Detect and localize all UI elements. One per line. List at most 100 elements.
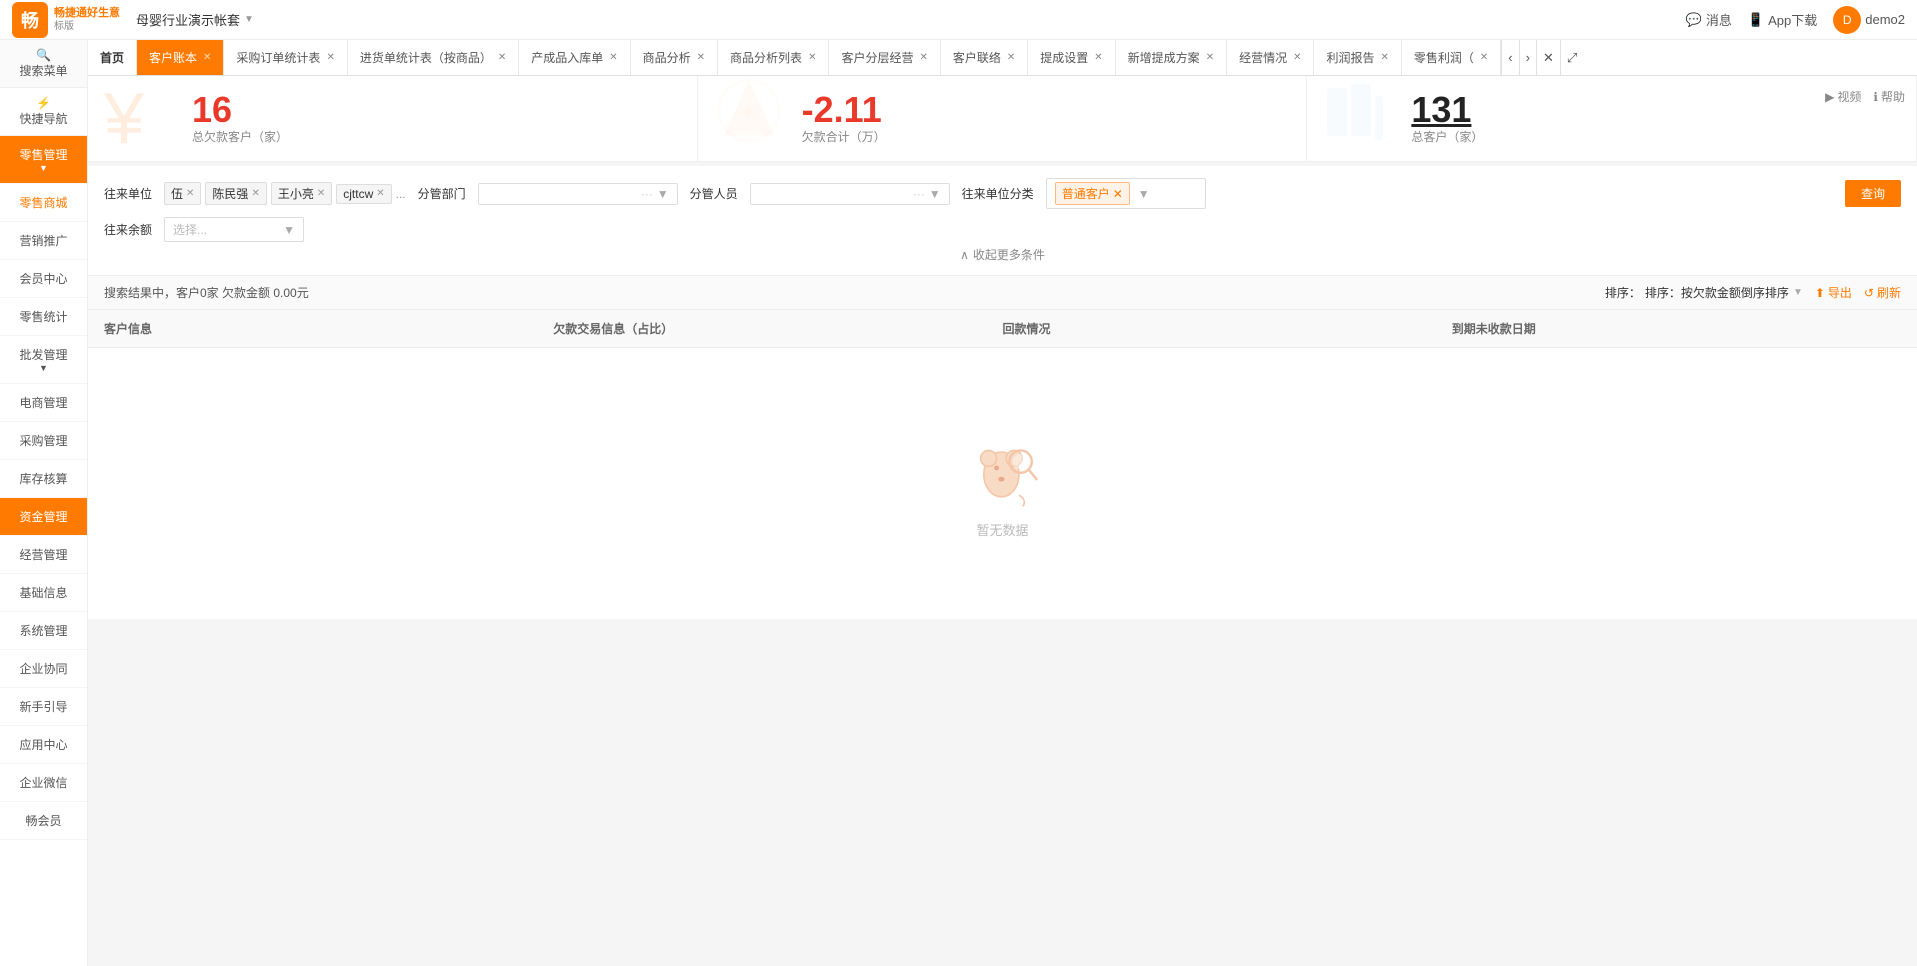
search-icon: 🔍	[8, 48, 79, 62]
close-tab-icon[interactable]: ✕	[1293, 52, 1301, 63]
remove-tag-wu[interactable]: ✕	[186, 188, 194, 199]
export-button[interactable]: ⬆ 导出	[1815, 284, 1852, 301]
filter-tag-wu[interactable]: 伍 ✕	[164, 182, 201, 205]
balance-filter-select[interactable]: 选择... ▼	[164, 217, 304, 242]
table-container: 客户信息 欠款交易信息（占比） 回款情况 到期未收款日期	[88, 310, 1917, 619]
refresh-button[interactable]: ↺ 刷新	[1864, 284, 1901, 301]
stat-number-customers: 16	[192, 92, 673, 128]
tab-home[interactable]: 首页	[88, 40, 137, 76]
empty-icon	[963, 428, 1043, 508]
tab-new-improve-plan[interactable]: 新增提成方案 ✕	[1116, 40, 1227, 76]
sort-label: 排序：	[1605, 284, 1641, 301]
filter-more-button[interactable]: ...	[396, 187, 406, 201]
sidebar-item-finance-mgmt[interactable]: 资金管理	[0, 498, 87, 536]
video-icon: ▶	[1825, 90, 1834, 104]
tab-customer-segment[interactable]: 客户分层经营 ✕	[829, 40, 940, 76]
tab-accounts-receivable[interactable]: 客户账本 ✕	[137, 40, 224, 76]
help-button[interactable]: ℹ 帮助	[1873, 88, 1905, 105]
col-customer-info: 客户信息	[104, 320, 553, 337]
unit-category-tag[interactable]: 普通客户 ✕	[1055, 182, 1130, 205]
store-selector[interactable]: 母婴行业演示帐套 ▼	[128, 10, 262, 29]
close-tab-icon[interactable]: ✕	[1206, 52, 1214, 63]
sidebar-item-enterprise-collab[interactable]: 企业协同	[0, 650, 87, 688]
remove-tag-wang[interactable]: ✕	[317, 188, 325, 199]
query-button[interactable]: 查询	[1845, 180, 1901, 207]
app-download-button[interactable]: 📱 App下载	[1748, 10, 1817, 29]
person-filter-select[interactable]: ··· ▼	[750, 183, 950, 205]
col-debt-info: 欠款交易信息（占比）	[553, 320, 1002, 337]
unit-filter-label: 往来单位	[104, 185, 152, 202]
refresh-icon: ↺	[1864, 286, 1874, 300]
tab-business-situation[interactable]: 经营情况 ✕	[1227, 40, 1314, 76]
tab-customer-contact[interactable]: 客户联络 ✕	[941, 40, 1028, 76]
sidebar-item-vip-member[interactable]: 畅会员	[0, 802, 87, 840]
filter-tag-chen[interactable]: 陈民强 ✕	[205, 182, 266, 205]
result-actions: 排序： 排序：按欠款金额倒序排序 ▼ ⬆ 导出 ↺ 刷新	[1605, 284, 1901, 301]
more-icon: ···	[641, 187, 653, 201]
sort-select[interactable]: 排序： 排序：按欠款金额倒序排序 ▼	[1605, 284, 1803, 301]
close-tab-icon[interactable]: ✕	[203, 52, 211, 63]
collapse-button[interactable]: ∧ 收起更多条件	[104, 246, 1901, 263]
filter-tag-cjttcw[interactable]: cjttcw ✕	[336, 184, 391, 204]
sidebar-item-inventory-check[interactable]: 库存核算	[0, 460, 87, 498]
dept-filter-select[interactable]: ··· ▼	[478, 183, 678, 205]
remove-category-tag[interactable]: ✕	[1113, 187, 1123, 201]
tab-nav-left[interactable]: ‹	[1501, 40, 1518, 76]
sidebar-search-menu[interactable]: 🔍 搜索菜单	[0, 40, 87, 88]
sidebar-item-app-center[interactable]: 应用中心	[0, 726, 87, 764]
sidebar-item-wholesale-mgmt[interactable]: 批发管理 ▼	[0, 336, 87, 384]
dept-filter-label: 分管部门	[418, 185, 466, 202]
tab-improve-settings[interactable]: 提成设置 ✕	[1028, 40, 1115, 76]
video-button[interactable]: ▶ 视频	[1825, 88, 1861, 105]
close-tab-icon[interactable]: ✕	[1007, 52, 1015, 63]
sidebar-item-ecommerce-mgmt[interactable]: 电商管理	[0, 384, 87, 422]
sidebar-item-system-mgmt[interactable]: 系统管理	[0, 612, 87, 650]
tab-product-analysis[interactable]: 商品分析 ✕	[631, 40, 718, 76]
remove-tag-chen[interactable]: ✕	[251, 188, 259, 199]
sidebar-item-retail-stats[interactable]: 零售统计	[0, 298, 87, 336]
message-button[interactable]: 💬 消息	[1686, 10, 1732, 29]
close-tab-icon[interactable]: ✕	[1480, 52, 1488, 63]
stat-number-debt: -2.11	[802, 92, 1283, 128]
tab-retail-profit[interactable]: 零售利润（ ✕	[1402, 40, 1501, 76]
user-menu[interactable]: D demo2	[1833, 6, 1905, 34]
help-icon: ℹ	[1873, 90, 1878, 104]
close-tab-icon[interactable]: ✕	[326, 52, 334, 63]
tab-profit-report[interactable]: 利润报告 ✕	[1314, 40, 1401, 76]
nav-icon: ⚡	[4, 96, 83, 110]
main-layout: 🔍 搜索菜单 ⚡ 快捷导航 零售管理 ▼ 零售商城 营销推广 会员中心 零售统计…	[0, 40, 1917, 966]
close-tab-icon[interactable]: ✕	[919, 52, 927, 63]
close-tab-icon[interactable]: ✕	[697, 52, 705, 63]
chevron-up-icon: ∧	[960, 248, 969, 262]
stat-label-total: 总客户（家）	[1411, 128, 1892, 145]
close-tab-icon[interactable]: ✕	[1094, 52, 1102, 63]
sidebar-item-marketing[interactable]: 营销推广	[0, 222, 87, 260]
sidebar-item-basic-info[interactable]: 基础信息	[0, 574, 87, 612]
sidebar-item-purchase-mgmt[interactable]: 采购管理	[0, 422, 87, 460]
logo-text: 畅捷通好生意 标版	[54, 6, 120, 33]
close-tab-icon[interactable]: ✕	[498, 52, 506, 63]
sidebar-item-enterprise-wechat[interactable]: 企业微信	[0, 764, 87, 802]
unit-category-select[interactable]: 普通客户 ✕ ▼	[1046, 178, 1206, 209]
sidebar-item-quick-nav[interactable]: ⚡ 快捷导航	[0, 88, 87, 136]
tab-goods-in-stats[interactable]: 进货单统计表（按商品） ✕	[348, 40, 519, 76]
remove-tag-cjttcw[interactable]: ✕	[376, 188, 384, 199]
tab-product-analysis-list[interactable]: 商品分析列表 ✕	[718, 40, 829, 76]
sidebar-item-member-center[interactable]: 会员中心	[0, 260, 87, 298]
tab-expand[interactable]: ⤢	[1560, 40, 1583, 76]
close-tab-icon[interactable]: ✕	[1381, 52, 1389, 63]
tab-purchase-order-stats[interactable]: 采购订单统计表 ✕	[224, 40, 347, 76]
chevron-down-icon: ▼	[244, 14, 254, 25]
close-tab-icon[interactable]: ✕	[609, 52, 617, 63]
filter-tag-wang[interactable]: 王小亮 ✕	[271, 182, 332, 205]
tab-close-all[interactable]: ✕	[1536, 40, 1560, 76]
sidebar-item-new-guide[interactable]: 新手引导	[0, 688, 87, 726]
person-filter-label: 分管人员	[690, 185, 738, 202]
sidebar-item-operation-mgmt[interactable]: 经营管理	[0, 536, 87, 574]
tab-product-in[interactable]: 产成品入库单 ✕	[519, 40, 630, 76]
sidebar-item-retail-mgmt[interactable]: 零售管理 ▼	[0, 136, 87, 184]
sidebar-item-retail-mall[interactable]: 零售商城	[0, 184, 87, 222]
stat-label-customers: 总欠款客户（家）	[192, 128, 673, 145]
close-tab-icon[interactable]: ✕	[808, 52, 816, 63]
tab-nav-right[interactable]: ›	[1519, 40, 1536, 76]
